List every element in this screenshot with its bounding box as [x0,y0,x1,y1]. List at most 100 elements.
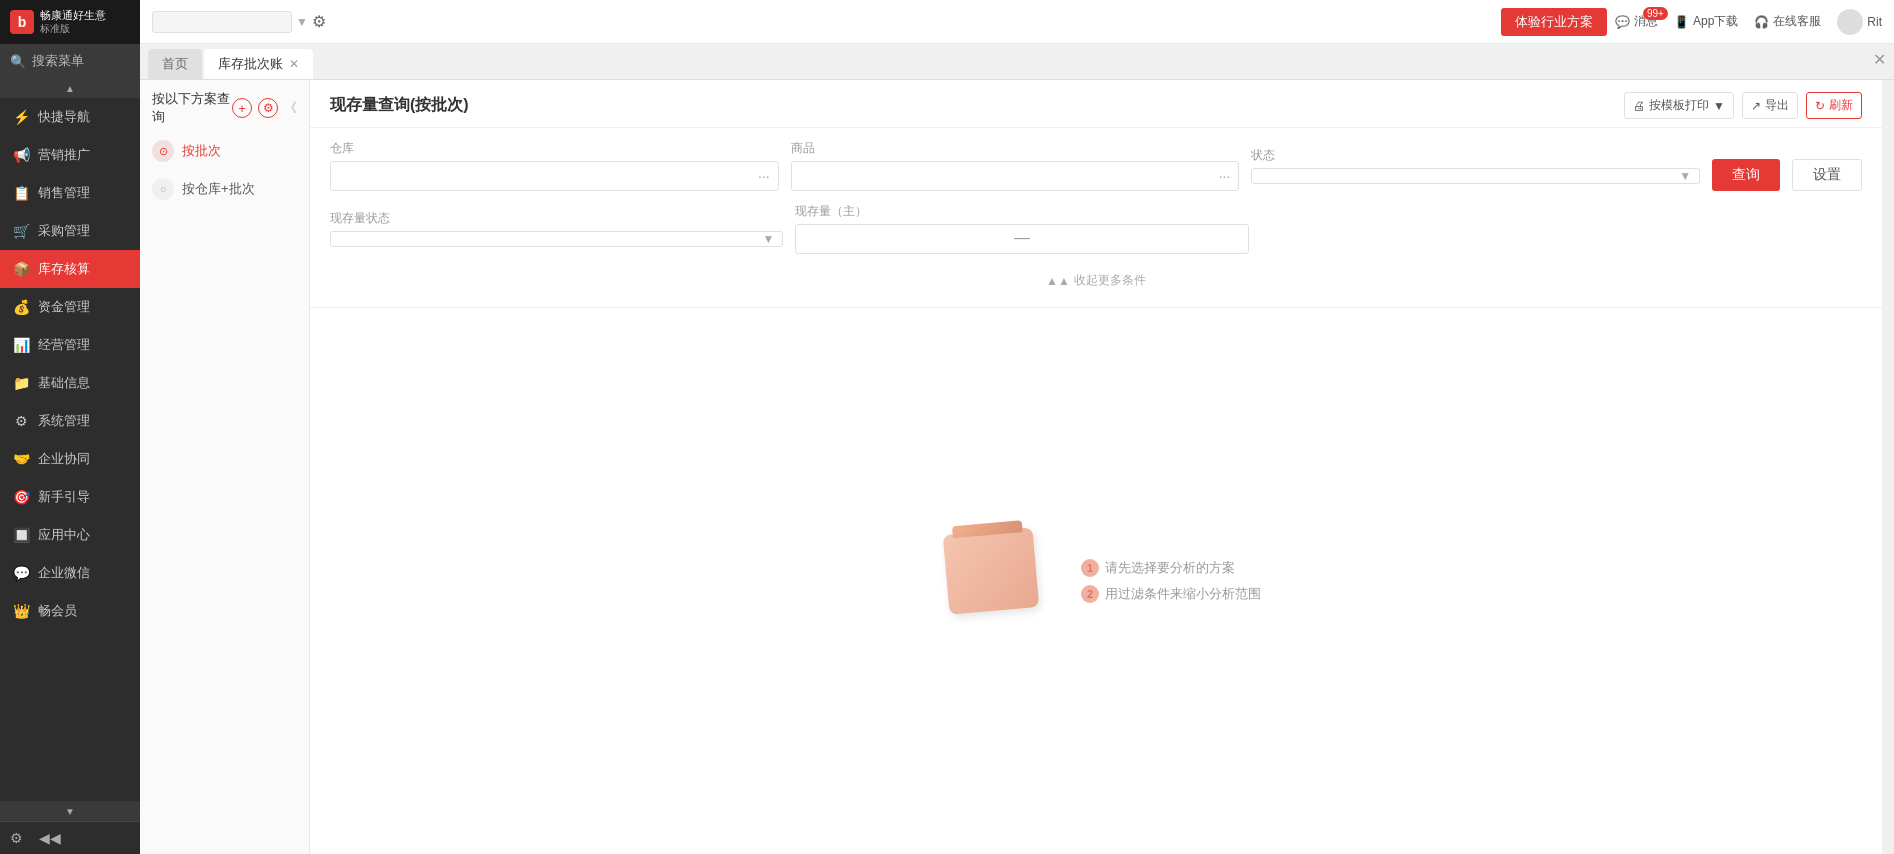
stock-status-label: 现存量状态 [330,210,783,227]
goods-label: 商品 [791,140,1240,157]
stock-main-field: 现存量（主） — [795,203,1248,254]
sidebar-item-inventory[interactable]: 📦 库存核算 [0,250,140,288]
field-settings-button[interactable]: 设置 [1792,159,1862,191]
online-service-item[interactable]: 🎧 在线客服 [1754,13,1821,30]
settings-gear-icon[interactable]: ⚙ [312,12,326,31]
goods-field: 商品 ··· [791,140,1240,191]
sidebar-item-sales[interactable]: 📋 销售管理 [0,174,140,212]
filter-item-wb-label: 按仓库+批次 [182,180,255,198]
tab-inventory-label: 库存批次账 [218,55,283,73]
app-download-label: App下载 [1693,13,1738,30]
stock-status-field: 现存量状态 ▼ [330,210,783,247]
content-area: 现存量查询(按批次) 🖨 按模板打印 ▼ ↗ 导出 ↻ 刷新 [310,80,1882,854]
warehouse-batch-scheme-icon: ○ [152,178,174,200]
sidebar-item-marketing[interactable]: 📢 营销推广 [0,136,140,174]
search-menu-item[interactable]: 🔍 搜索菜单 [0,44,140,78]
page-title: 现存量查询(按批次) [330,95,469,116]
sidebar-item-collab[interactable]: 🤝 企业协同 [0,440,140,478]
scroll-down-btn[interactable]: ▼ [0,801,140,821]
sidebar-item-label: 应用中心 [38,526,90,544]
collapse-sidebar-icon[interactable]: ◀◀ [39,830,61,846]
scroll-up-btn[interactable]: ▲ [0,78,140,98]
page-area: 按以下方案查询 + ⚙ 《 ⊙ 按批次 ○ 按仓库+批次 现存量查询(按批次) [140,80,1894,854]
page-header-actions: 🖨 按模板打印 ▼ ↗ 导出 ↻ 刷新 [1624,92,1862,119]
condition-row-1: 仓库 ··· 商品 ··· 状态 [330,140,1862,191]
goods-input[interactable] [800,169,1219,184]
print-chevron-icon: ▼ [1713,99,1725,113]
collab-icon: 🤝 [12,450,30,468]
status-select[interactable]: ▼ [1251,168,1700,184]
sidebar-item-wechat[interactable]: 💬 企业微信 [0,554,140,592]
sidebar-item-apps[interactable]: 🔲 应用中心 [0,516,140,554]
user-avatar [1837,9,1863,35]
warehouse-input-wrap[interactable]: ··· [330,161,779,191]
sidebar-item-guide[interactable]: 🎯 新手引导 [0,478,140,516]
warehouse-field: 仓库 ··· [330,140,779,191]
apps-icon: 🔲 [12,526,30,544]
member-icon: 👑 [12,602,30,620]
refresh-button[interactable]: ↻ 刷新 [1806,92,1862,119]
app-logo: b 畅康通好生意 标准版 [0,0,140,44]
empty-hints: 1 请先选择要分析的方案 2 用过滤条件来缩小分析范围 [1081,559,1261,603]
tab-inventory-batch[interactable]: 库存批次账 ✕ [204,49,313,79]
empty-box-illustration [943,527,1040,615]
marketing-icon: 📢 [12,146,30,164]
collapse-icon: ▲▲ [1046,274,1070,288]
app-download-item[interactable]: 📱 App下载 [1674,13,1738,30]
sidebar-item-label: 畅会员 [38,602,77,620]
stock-main-from-input[interactable] [804,232,1014,247]
tab-home-label: 首页 [162,55,188,73]
sidebar-item-system[interactable]: ⚙ 系统管理 [0,402,140,440]
stock-status-select[interactable]: ▼ [330,231,783,247]
trial-button[interactable]: 体验行业方案 [1501,8,1607,36]
right-scrollbar[interactable] [1882,80,1894,854]
collapse-panel-icon[interactable]: 《 [284,99,297,117]
sidebar-item-label: 基础信息 [38,374,90,392]
app-name: 畅康通好生意 [40,8,106,22]
status-label: 状态 [1251,147,1700,164]
close-all-tabs-icon[interactable]: ✕ [1873,50,1886,73]
export-label: 导出 [1765,97,1789,114]
sidebar: b 畅康通好生意 标准版 🔍 搜索菜单 ▲ ⚡ 快捷导航 📢 营销推广 📋 销售… [0,0,140,854]
status-chevron-icon: ▼ [1679,169,1691,183]
message-item[interactable]: 💬 消息 99+ [1615,13,1658,30]
print-button[interactable]: 🖨 按模板打印 ▼ [1624,92,1734,119]
page-header: 现存量查询(按批次) 🖨 按模板打印 ▼ ↗ 导出 ↻ 刷新 [310,80,1882,128]
tab-close-icon[interactable]: ✕ [289,57,299,71]
warehouse-input[interactable] [339,169,758,184]
sidebar-item-quicknav[interactable]: ⚡ 快捷导航 [0,98,140,136]
topbar: ▼ ⚙ 体验行业方案 💬 消息 99+ 📱 App下载 🎧 在线客服 Rit [140,0,1894,44]
query-button[interactable]: 查询 [1712,159,1780,191]
sidebar-item-operation[interactable]: 📊 经营管理 [0,326,140,364]
settings-icon[interactable]: ⚙ [10,830,23,846]
add-scheme-button[interactable]: + [232,98,252,118]
wechat-icon: 💬 [12,564,30,582]
breadcrumb-input[interactable] [152,11,292,33]
sidebar-item-finance[interactable]: 💰 资金管理 [0,288,140,326]
search-menu-label: 搜索菜单 [32,52,84,70]
sidebar-item-member[interactable]: 👑 畅会员 [0,592,140,630]
warehouse-more-icon[interactable]: ··· [758,168,770,184]
message-icon: 💬 [1615,15,1630,29]
filter-item-by-batch[interactable]: ⊙ 按批次 [140,132,309,170]
goods-more-icon[interactable]: ··· [1219,168,1231,184]
app-version: 标准版 [40,22,106,36]
stock-main-input-wrap[interactable]: — [795,224,1248,254]
guide-icon: 🎯 [12,488,30,506]
sidebar-item-purchase[interactable]: 🛒 采购管理 [0,212,140,250]
collapse-more-btn[interactable]: ▲▲ 收起更多条件 [330,266,1862,295]
filter-item-by-warehouse-batch[interactable]: ○ 按仓库+批次 [140,170,309,208]
collapse-label: 收起更多条件 [1074,272,1146,289]
settings-scheme-button[interactable]: ⚙ [258,98,278,118]
sidebar-bottom: ⚙ ◀◀ [0,821,140,854]
user-item[interactable]: Rit [1837,9,1882,35]
goods-input-wrap[interactable]: ··· [791,161,1240,191]
export-button[interactable]: ↗ 导出 [1742,92,1798,119]
step-2-circle: 2 [1081,585,1099,603]
refresh-icon: ↻ [1815,99,1825,113]
sidebar-item-basic[interactable]: 📁 基础信息 [0,364,140,402]
stock-main-to-input[interactable] [1030,232,1240,247]
tab-home[interactable]: 首页 [148,49,202,79]
basic-icon: 📁 [12,374,30,392]
sidebar-item-label: 系统管理 [38,412,90,430]
